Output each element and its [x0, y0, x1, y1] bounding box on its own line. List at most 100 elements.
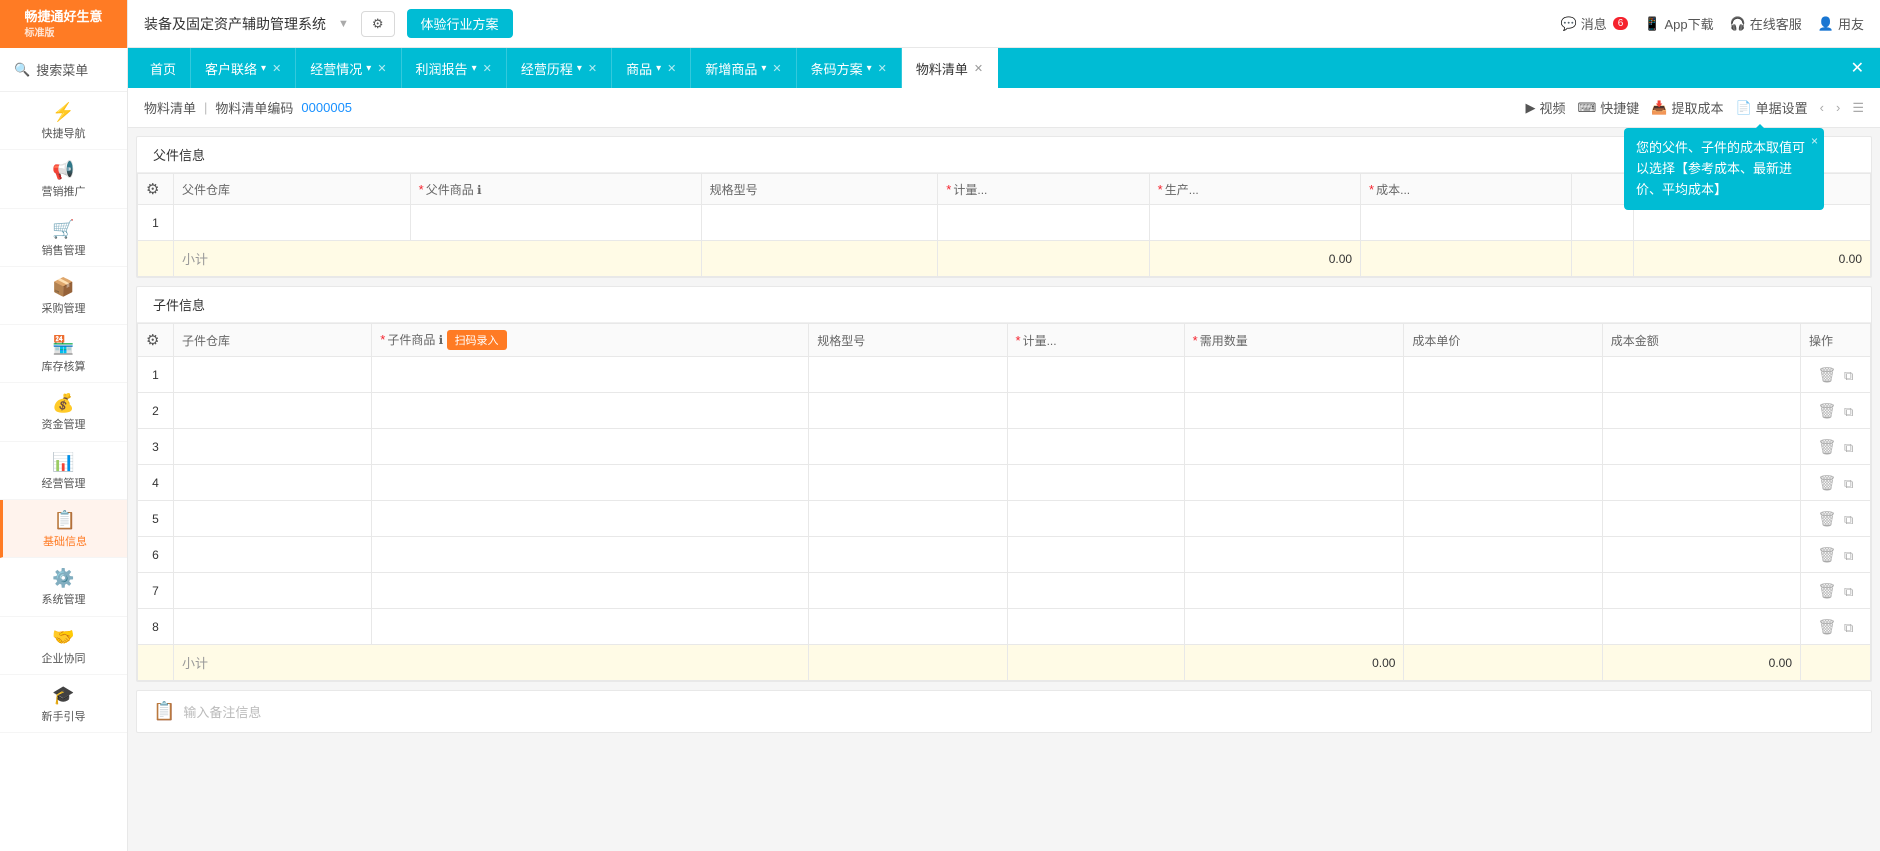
child-goods-cell-8[interactable]: [372, 609, 809, 645]
delete-row-7-button[interactable]: 🗑: [1818, 583, 1837, 600]
delete-row-4-button[interactable]: 🗑: [1818, 475, 1837, 492]
tooltip-close-button[interactable]: ×: [1811, 132, 1818, 151]
nav-next-icon[interactable]: ›: [1836, 100, 1840, 115]
sidebar-item-purchase[interactable]: 📦 采购管理: [0, 267, 127, 325]
copy-row-1-button[interactable]: ⧉: [1844, 368, 1853, 383]
delete-row-8-button[interactable]: 🗑: [1818, 619, 1837, 636]
child-warehouse-cell-7[interactable]: [174, 573, 372, 609]
delete-row-5-button[interactable]: 🗑: [1818, 511, 1837, 528]
child-unit-price-cell-4[interactable]: [1404, 465, 1602, 501]
trial-button[interactable]: 体验行业方案: [407, 9, 513, 38]
child-quantity-cell-8[interactable]: [1184, 609, 1404, 645]
child-quantity-cell-1[interactable]: [1184, 357, 1404, 393]
copy-row-3-button[interactable]: ⧉: [1844, 440, 1853, 455]
child-spec-cell-7[interactable]: [809, 573, 1007, 609]
nav-prev-icon[interactable]: ‹: [1820, 100, 1824, 115]
tab-close-profit[interactable]: ✕: [483, 62, 492, 75]
copy-row-2-button[interactable]: ⧉: [1844, 404, 1853, 419]
tab-close-new-goods[interactable]: ✕: [772, 62, 781, 75]
sidebar-item-quick-nav[interactable]: ⚡ 快捷导航: [0, 92, 127, 150]
child-quantity-cell-2[interactable]: [1184, 393, 1404, 429]
online-service-button[interactable]: 🎧 在线客服: [1730, 14, 1802, 33]
cost-extract-action[interactable]: 📥 提取成本: [1651, 98, 1723, 117]
child-goods-cell-6[interactable]: [372, 537, 809, 573]
shortcut-action[interactable]: ⌨ 快捷键: [1577, 98, 1639, 117]
parent-spec-cell[interactable]: [701, 205, 938, 241]
child-unit-price-cell-8[interactable]: [1404, 609, 1602, 645]
parent-unit-cell[interactable]: [938, 205, 1149, 241]
child-settings-gear-icon[interactable]: ⚙: [146, 332, 159, 349]
copy-row-4-button[interactable]: ⧉: [1844, 476, 1853, 491]
child-warehouse-cell-5[interactable]: [174, 501, 372, 537]
child-unit-price-cell-3[interactable]: [1404, 429, 1602, 465]
child-quantity-cell-3[interactable]: [1184, 429, 1404, 465]
single-settings-action[interactable]: 📄 单据设置: [1735, 98, 1807, 117]
sidebar-item-basic-info[interactable]: 📋 基础信息: [0, 500, 127, 558]
tab-close-goods[interactable]: ✕: [667, 62, 676, 75]
child-warehouse-cell-2[interactable]: [174, 393, 372, 429]
delete-row-3-button[interactable]: 🗑: [1818, 439, 1837, 456]
child-unit-price-cell-7[interactable]: [1404, 573, 1602, 609]
child-unit-cell-8[interactable]: [1007, 609, 1184, 645]
child-unit-price-cell-5[interactable]: [1404, 501, 1602, 537]
tab-bom[interactable]: 物料清单✕: [902, 48, 998, 88]
tab-profit[interactable]: 利润报告▾✕: [402, 48, 507, 88]
tab-customer[interactable]: 客户联络▾✕: [191, 48, 296, 88]
delete-row-1-button[interactable]: 🗑: [1818, 367, 1837, 384]
tab-close-barcode[interactable]: ✕: [878, 62, 887, 75]
tab-close-operation-status[interactable]: ✕: [377, 62, 386, 75]
app-download-button[interactable]: 📱 App下载: [1644, 14, 1713, 33]
child-quantity-cell-6[interactable]: [1184, 537, 1404, 573]
copy-row-7-button[interactable]: ⧉: [1844, 584, 1853, 599]
child-warehouse-cell-8[interactable]: [174, 609, 372, 645]
child-goods-cell-7[interactable]: [372, 573, 809, 609]
sidebar-item-system[interactable]: ⚙️ 系统管理: [0, 558, 127, 616]
child-unit-cell-3[interactable]: [1007, 429, 1184, 465]
copy-row-5-button[interactable]: ⧉: [1844, 512, 1853, 527]
child-warehouse-cell-4[interactable]: [174, 465, 372, 501]
child-spec-cell-4[interactable]: [809, 465, 1007, 501]
settings-gear-icon[interactable]: ⚙: [146, 181, 159, 198]
message-button[interactable]: 💬 消息 6: [1561, 14, 1629, 33]
child-warehouse-cell-3[interactable]: [174, 429, 372, 465]
user-menu[interactable]: 👤 用友: [1818, 14, 1864, 33]
child-unit-price-cell-1[interactable]: [1404, 357, 1602, 393]
parent-cost-cell[interactable]: [1361, 205, 1572, 241]
tab-close-operation-history[interactable]: ✕: [588, 62, 597, 75]
child-unit-cell-6[interactable]: [1007, 537, 1184, 573]
child-unit-price-cell-6[interactable]: [1404, 537, 1602, 573]
child-amount-cell-6[interactable]: [1602, 537, 1800, 573]
child-unit-price-cell-2[interactable]: [1404, 393, 1602, 429]
sidebar-item-operation[interactable]: 📊 经营管理: [0, 442, 127, 500]
child-spec-cell-8[interactable]: [809, 609, 1007, 645]
child-goods-cell-5[interactable]: [372, 501, 809, 537]
parent-warehouse-cell[interactable]: [174, 205, 411, 241]
delete-row-6-button[interactable]: 🗑: [1818, 547, 1837, 564]
child-amount-cell-7[interactable]: [1602, 573, 1800, 609]
child-amount-cell-2[interactable]: [1602, 393, 1800, 429]
tab-close-customer[interactable]: ✕: [272, 62, 281, 75]
sidebar-item-guide[interactable]: 🎓 新手引导: [0, 675, 127, 733]
scan-input-button[interactable]: 扫码录入: [447, 330, 507, 350]
sidebar-item-enterprise[interactable]: 🤝 企业协同: [0, 617, 127, 675]
child-amount-cell-8[interactable]: [1602, 609, 1800, 645]
parent-goods-cell[interactable]: [410, 205, 701, 241]
copy-row-6-button[interactable]: ⧉: [1844, 548, 1853, 563]
sidebar-item-sales[interactable]: 🛒 销售管理: [0, 209, 127, 267]
child-warehouse-cell-1[interactable]: [174, 357, 372, 393]
child-amount-cell-1[interactable]: [1602, 357, 1800, 393]
note-placeholder[interactable]: 输入备注信息: [183, 702, 261, 721]
child-spec-cell-1[interactable]: [809, 357, 1007, 393]
child-unit-cell-4[interactable]: [1007, 465, 1184, 501]
nav-list-icon[interactable]: ☰: [1852, 100, 1864, 116]
child-quantity-cell-4[interactable]: [1184, 465, 1404, 501]
child-unit-cell-7[interactable]: [1007, 573, 1184, 609]
search-menu-button[interactable]: 🔍 搜索菜单: [8, 56, 119, 83]
child-amount-cell-3[interactable]: [1602, 429, 1800, 465]
parent-produce-cell[interactable]: [1149, 205, 1360, 241]
child-amount-cell-4[interactable]: [1602, 465, 1800, 501]
sidebar-item-finance[interactable]: 💰 资金管理: [0, 383, 127, 441]
tab-home[interactable]: 首页: [136, 48, 191, 88]
settings-button[interactable]: ⚙: [361, 11, 395, 37]
child-goods-cell-2[interactable]: [372, 393, 809, 429]
